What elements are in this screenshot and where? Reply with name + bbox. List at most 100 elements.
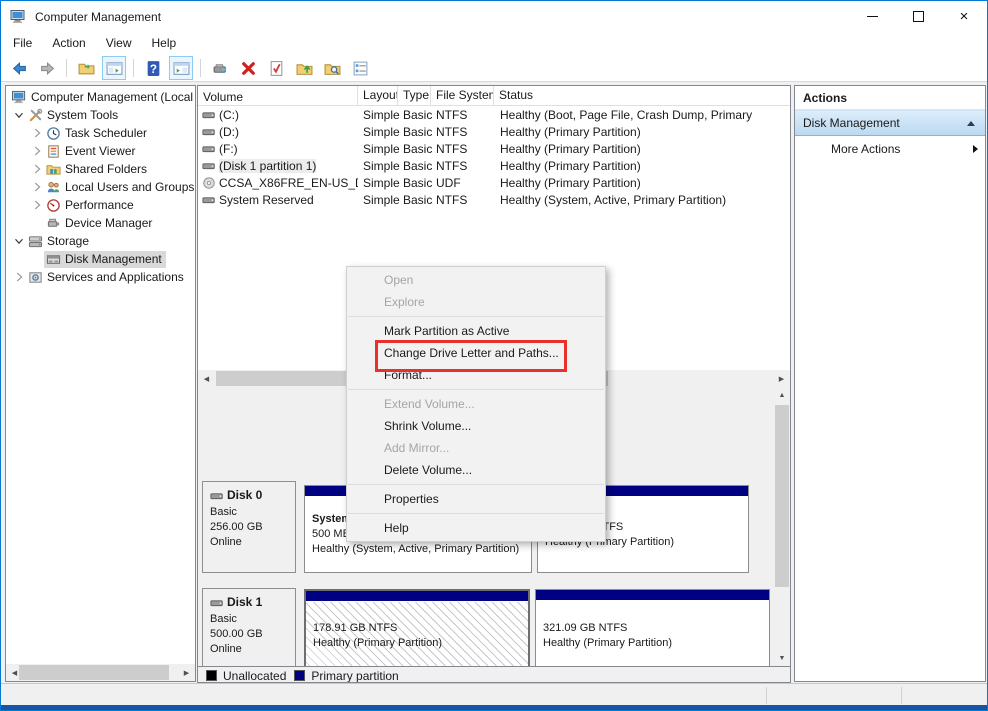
folder-search-button[interactable] [320,56,344,80]
show-console-tree-button[interactable] [102,56,126,80]
properties-icon [352,60,369,77]
unallocated-swatch [206,670,217,681]
back-button[interactable] [7,56,31,80]
scroll-right-button[interactable]: ▶ [178,664,195,681]
scroll-left-button[interactable]: ◀ [198,370,215,387]
menu-item-help[interactable]: Help [347,517,605,539]
disk-vertical-scrollbar[interactable]: ▲ ▼ [774,387,790,666]
chevron-right-icon[interactable] [30,162,44,176]
submenu-arrow-icon [973,145,978,153]
rescan-disks-button[interactable] [208,56,232,80]
check-document-button[interactable] [264,56,288,80]
chevron-down-icon[interactable] [12,108,26,122]
menu-item-shrink-volume[interactable]: Shrink Volume... [347,415,605,437]
volume-row-disk1-partition1[interactable]: (Disk 1 partition 1) Simple Basic NTFS H… [198,157,790,174]
storage-icon [28,234,43,249]
scroll-thumb[interactable] [775,405,789,587]
tree-item-event-viewer[interactable]: Event Viewer [6,142,195,160]
volume-row-f[interactable]: (F:) Simple Basic NTFS Healthy (Primary … [198,140,790,157]
tree-horizontal-scrollbar[interactable]: ◀ ▶ [6,664,195,681]
tree-item-storage[interactable]: Storage [6,232,195,250]
title-bar: Computer Management × [1,1,987,32]
chevron-down-icon[interactable] [12,234,26,248]
column-type[interactable]: Type [398,86,431,105]
menu-action[interactable]: Action [42,32,95,55]
disk0-label[interactable]: Disk 0 Basic 256.00 GB Online [202,481,296,573]
collapse-arrow-icon[interactable] [967,121,975,126]
minimize-icon [866,16,878,17]
menu-item-explore[interactable]: Explore [347,291,605,313]
tree-item-performance[interactable]: Performance [6,196,195,214]
folder-up-button[interactable] [292,56,316,80]
scroll-thumb[interactable] [19,665,169,680]
chevron-right-icon[interactable] [30,126,44,140]
primary-partition-swatch [294,670,306,681]
users-icon [46,180,61,195]
volume-list-header: Volume Layout Type File System Status [198,86,790,106]
volume-row-ccsa[interactable]: CCSA_X86FRE_EN-US_DV5 (Z:) Simple Basic … [198,174,790,191]
system-tools-icon [28,108,43,123]
scroll-down-button[interactable]: ▼ [774,650,790,666]
chevron-right-icon[interactable] [30,144,44,158]
disk1-row: Disk 1 Basic 500.00 GB Online 178.91 GB … [198,586,774,666]
task-scheduler-icon [46,126,61,141]
show-action-pane-button[interactable] [169,56,193,80]
volume-row-c[interactable]: (C:) Simple Basic NTFS Healthy (Boot, Pa… [198,106,790,123]
toolbar-separator [133,59,134,77]
column-status[interactable]: Status [494,86,790,105]
tree-item-task-scheduler[interactable]: Task Scheduler [6,124,195,142]
tree-item-device-manager[interactable]: Device Manager [6,214,195,232]
red-highlight-box [375,340,567,372]
tree-item-shared-folders[interactable]: Shared Folders [6,160,195,178]
show-action-pane-icon [173,60,190,77]
app-icon [10,9,27,25]
menu-item-add-mirror[interactable]: Add Mirror... [347,437,605,459]
chevron-right-icon[interactable] [30,180,44,194]
tree-item-computer-management[interactable]: Computer Management (Local [6,88,195,106]
toolbar-separator [66,59,67,77]
maximize-button[interactable] [895,1,941,32]
maximize-icon [912,11,924,22]
tree-item-disk-management[interactable]: Disk Management [6,250,195,268]
menu-view[interactable]: View [96,32,142,55]
help-button[interactable] [141,56,165,80]
actions-group-disk-management[interactable]: Disk Management [795,110,985,136]
close-icon: × [959,8,969,25]
menu-item-open[interactable]: Open [347,269,605,291]
menu-bar: File Action View Help [1,32,987,55]
delete-button[interactable] [236,56,260,80]
menu-help[interactable]: Help [142,32,187,55]
menu-item-extend-volume[interactable]: Extend Volume... [347,393,605,415]
disk-management-icon [46,252,61,267]
partition-color-bar [536,590,769,601]
volume-row-d[interactable]: (D:) Simple Basic NTFS Healthy (Primary … [198,123,790,140]
tree-item-local-users-and-groups[interactable]: Local Users and Groups [6,178,195,196]
tree-item-system-tools[interactable]: System Tools [6,106,195,124]
scroll-up-button[interactable]: ▲ [774,387,790,403]
chevron-right-icon[interactable] [30,198,44,212]
menu-item-mark-partition-as-active[interactable]: Mark Partition as Active [347,320,605,342]
menu-separator [348,513,604,514]
column-volume[interactable]: Volume [198,86,358,105]
disk1-partition-2[interactable]: 321.09 GB NTFS Healthy (Primary Partitio… [535,589,770,666]
folder-search-icon [324,60,341,77]
disk1-partition-1-selected[interactable]: 178.91 GB NTFS Healthy (Primary Partitio… [304,589,530,666]
scroll-right-button[interactable]: ▶ [773,370,790,387]
help-icon [145,60,162,77]
performance-icon [46,198,61,213]
column-file-system[interactable]: File System [431,86,494,105]
menu-item-properties[interactable]: Properties [347,488,605,510]
close-button[interactable]: × [941,1,987,32]
forward-button[interactable] [35,56,59,80]
volume-row-system-reserved[interactable]: System Reserved Simple Basic NTFS Health… [198,191,790,208]
column-layout[interactable]: Layout [358,86,398,105]
minimize-button[interactable] [849,1,895,32]
more-actions-item[interactable]: More Actions [795,136,985,162]
chevron-right-icon[interactable] [12,270,26,284]
tree-item-services-and-applications[interactable]: Services and Applications [6,268,195,286]
menu-file[interactable]: File [3,32,42,55]
disk1-label[interactable]: Disk 1 Basic 500.00 GB Online [202,588,296,666]
menu-item-delete-volume[interactable]: Delete Volume... [347,459,605,481]
properties-button[interactable] [348,56,372,80]
up-folder-button[interactable] [74,56,98,80]
